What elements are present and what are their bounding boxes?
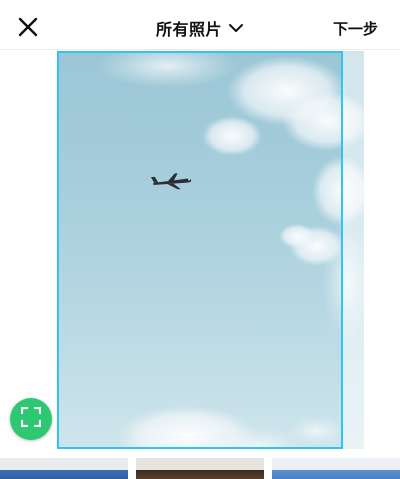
fullscreen-expand-icon bbox=[20, 406, 42, 431]
album-title: 所有照片 bbox=[155, 20, 222, 39]
crop-outside-shade bbox=[343, 51, 364, 449]
album-selector[interactable]: 所有照片 bbox=[140, 16, 260, 40]
top-bar: 所有照片 下一步 bbox=[0, 0, 400, 50]
next-step-button[interactable]: 下一步 bbox=[333, 18, 378, 39]
fullscreen-toggle-button[interactable] bbox=[10, 398, 52, 440]
close-icon bbox=[18, 17, 38, 41]
close-button[interactable] bbox=[12, 13, 44, 45]
preview-photo bbox=[57, 51, 364, 449]
thumbnail-3[interactable] bbox=[272, 458, 400, 479]
airplane-graphic bbox=[150, 173, 192, 190]
photo-preview[interactable] bbox=[0, 50, 400, 452]
thumbnail-2[interactable] bbox=[136, 458, 264, 479]
thumbnail-grid bbox=[0, 458, 400, 479]
chevron-down-icon bbox=[228, 20, 244, 36]
thumbnail-1[interactable] bbox=[0, 458, 128, 479]
